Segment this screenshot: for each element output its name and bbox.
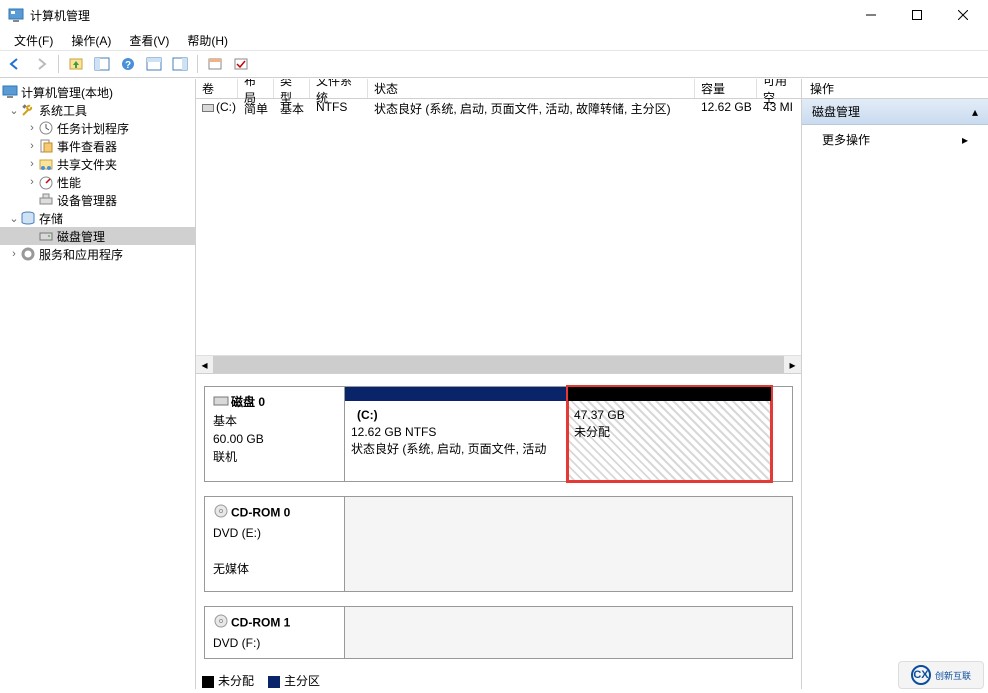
scroll-left-icon[interactable]: ◂ (196, 356, 213, 373)
partitions-empty (345, 607, 792, 658)
titlebar: 计算机管理 (0, 0, 988, 30)
legend: 未分配 主分区 (202, 672, 320, 689)
partitions-empty (345, 497, 792, 591)
disk-icon (213, 394, 231, 412)
forward-button[interactable] (30, 53, 52, 75)
tree-performance[interactable]: › 性能 (0, 173, 195, 191)
legend-unalloc-swatch (202, 676, 214, 688)
menubar: 文件(F) 操作(A) 查看(V) 帮助(H) (0, 30, 988, 50)
partition-c[interactable]: (C:) 12.62 GB NTFS 状态良好 (系统, 启动, 页面文件, 活… (344, 386, 568, 482)
back-button[interactable] (4, 53, 26, 75)
tree-services-apps[interactable]: › 服务和应用程序 (0, 245, 195, 263)
clock-icon (38, 120, 54, 136)
col-fs[interactable]: 文件系统 (310, 79, 368, 98)
device-icon (38, 192, 54, 208)
expand-icon[interactable]: › (26, 140, 38, 152)
disk-mgmt-icon (38, 228, 54, 244)
scroll-right-icon[interactable]: ▸ (784, 356, 801, 373)
cd-icon (213, 613, 231, 634)
chevron-right-icon: ▸ (962, 133, 968, 147)
expand-icon[interactable]: › (8, 248, 20, 260)
col-free[interactable]: 可用空 (757, 79, 801, 98)
folder-share-icon (38, 156, 54, 172)
services-icon (20, 246, 36, 262)
col-type[interactable]: 类型 (274, 79, 310, 98)
cd-icon (213, 503, 231, 524)
disk-row-1[interactable]: CD-ROM 0 DVD (E:) 无媒体 (204, 496, 793, 592)
collapse-icon[interactable]: ⌄ (8, 212, 20, 225)
expand-icon[interactable]: › (26, 176, 38, 188)
disk-info: 磁盘 0 基本 60.00 GB 联机 (205, 387, 345, 481)
window-title: 计算机管理 (30, 7, 848, 24)
col-status[interactable]: 状态 (368, 79, 695, 98)
storage-icon (20, 210, 36, 226)
actions-header: 操作 (802, 79, 988, 99)
expand-icon[interactable]: › (26, 122, 38, 134)
partition-unallocated[interactable]: 47.37 GB 未分配 (567, 386, 772, 482)
volume-row[interactable]: (C:) 简单 基本 NTFS 状态良好 (系统, 启动, 页面文件, 活动, … (196, 99, 801, 117)
collapse-arrow-icon: ▴ (972, 105, 978, 119)
tree-disk-management[interactable]: 磁盘管理 (0, 227, 195, 245)
show-hide-tree-button[interactable] (91, 53, 113, 75)
menu-view[interactable]: 查看(V) (121, 30, 177, 51)
tree-device-manager[interactable]: 设备管理器 (0, 191, 195, 209)
partitions: (C:) 12.62 GB NTFS 状态良好 (系统, 启动, 页面文件, 活… (345, 387, 792, 481)
tools-icon (20, 102, 36, 118)
help-button[interactable]: ? (117, 53, 139, 75)
col-layout[interactable]: 布局 (238, 79, 274, 98)
main-content: 卷 布局 类型 文件系统 状态 容量 可用空 (C:) 简单 基本 NTFS 状… (196, 79, 802, 689)
expand-icon[interactable]: › (26, 158, 38, 170)
actions-section[interactable]: 磁盘管理 ▴ (802, 99, 988, 125)
disk-row-2[interactable]: CD-ROM 1 DVD (F:) (204, 606, 793, 659)
col-capacity[interactable]: 容量 (695, 79, 757, 98)
volume-list-header: 卷 布局 类型 文件系统 状态 容量 可用空 (196, 79, 801, 99)
close-button[interactable] (940, 0, 986, 30)
volume-list[interactable]: (C:) 简单 基本 NTFS 状态良好 (系统, 启动, 页面文件, 活动, … (196, 99, 801, 355)
navigation-tree[interactable]: 计算机管理(本地) ⌄ 系统工具 › 任务计划程序 › 事件查看器 › 共享文件… (0, 79, 196, 689)
event-icon (38, 138, 54, 154)
col-volume[interactable]: 卷 (196, 79, 238, 98)
svg-text:?: ? (125, 60, 131, 71)
toolbar: ? (0, 50, 988, 78)
toolbar-btn-6[interactable] (169, 53, 191, 75)
menu-file[interactable]: 文件(F) (6, 30, 61, 51)
horizontal-scrollbar[interactable]: ◂ ▸ (196, 355, 801, 373)
toolbar-check-button[interactable] (230, 53, 252, 75)
actions-panel: 操作 磁盘管理 ▴ 更多操作 ▸ (802, 79, 988, 689)
tree-task-scheduler[interactable]: › 任务计划程序 (0, 119, 195, 137)
menu-help[interactable]: 帮助(H) (179, 30, 236, 51)
disk-info: CD-ROM 1 DVD (F:) (205, 607, 345, 658)
app-icon (8, 7, 24, 23)
performance-icon (38, 174, 54, 190)
watermark: CX 创新互联 (898, 661, 984, 689)
disk-info: CD-ROM 0 DVD (E:) 无媒体 (205, 497, 345, 591)
tree-shared-folders[interactable]: › 共享文件夹 (0, 155, 195, 173)
tree-storage[interactable]: ⌄ 存储 (0, 209, 195, 227)
computer-icon (2, 84, 18, 100)
minimize-button[interactable] (848, 0, 894, 30)
drive-icon (202, 104, 214, 112)
collapse-icon[interactable]: ⌄ (8, 104, 20, 117)
disk-row-0[interactable]: 磁盘 0 基本 60.00 GB 联机 (C:) 12.62 GB NTFS 状… (204, 386, 793, 482)
maximize-button[interactable] (894, 0, 940, 30)
toolbar-settings-button[interactable] (204, 53, 226, 75)
menu-action[interactable]: 操作(A) (63, 30, 119, 51)
tree-root[interactable]: 计算机管理(本地) (0, 83, 195, 101)
up-button[interactable] (65, 53, 87, 75)
actions-more[interactable]: 更多操作 ▸ (802, 125, 988, 154)
tree-event-viewer[interactable]: › 事件查看器 (0, 137, 195, 155)
tree-system-tools[interactable]: ⌄ 系统工具 (0, 101, 195, 119)
toolbar-btn-5[interactable] (143, 53, 165, 75)
disk-graphical-view[interactable]: 磁盘 0 基本 60.00 GB 联机 (C:) 12.62 GB NTFS 状… (196, 373, 801, 689)
legend-primary-swatch (268, 676, 280, 688)
